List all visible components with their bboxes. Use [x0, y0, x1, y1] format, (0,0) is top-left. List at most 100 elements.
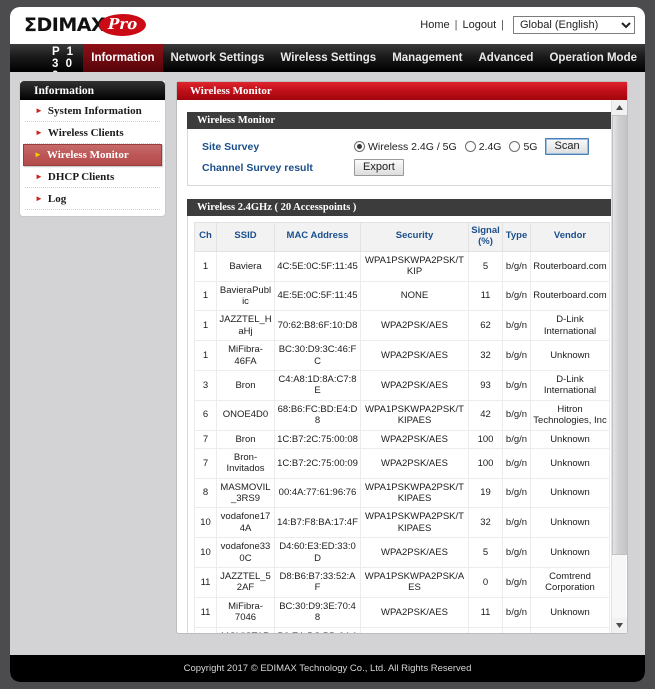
cell-vendor: Unknown	[530, 447, 610, 479]
cell-mac: 14:B7:F8:BA:17:4F	[274, 507, 361, 539]
cell-type: b/g/n	[502, 507, 531, 539]
cell-type: b/g/n	[502, 310, 531, 342]
nav-item-wireless-settings[interactable]: Wireless Settings	[272, 44, 384, 72]
channel-survey-controls: Export	[354, 159, 404, 176]
sidebar-item-wireless-clients[interactable]: ► Wireless Clients	[25, 122, 160, 144]
nav-item-advanced[interactable]: Advanced	[471, 44, 542, 72]
cell-vendor: Unknown	[530, 596, 610, 628]
cell-security: WPA2PSK/AES	[360, 310, 469, 342]
cell-signal: 11	[468, 280, 503, 312]
cell-mac: 1C:B7:2C:75:00:08	[274, 429, 361, 449]
table-row: 10 vodafone174A 14:B7:F8:BA:17:4F WPA1PSKWP…	[194, 507, 610, 539]
scan-button[interactable]: Scan	[545, 138, 589, 155]
cell-type: b/g/n	[502, 280, 531, 312]
sidebar-item-log[interactable]: ► Log	[25, 188, 160, 210]
table-header-row: Ch SSID MAC Address Security Signal (%)	[194, 222, 610, 252]
cell-signal: 15	[468, 626, 503, 633]
radio-icon	[509, 141, 521, 152]
cell-mac: BC:30:D9:3E:70:48	[274, 596, 361, 628]
main-navigation-bar: O A P 1 3 0 0 Information Network Settin…	[10, 34, 645, 82]
sidebar-title: Information	[20, 81, 165, 100]
cell-ssid: vodafone174A	[216, 507, 275, 539]
cell-mac: 4C:5E:0C:5F:11:45	[274, 250, 361, 282]
cell-ch: 10	[194, 537, 217, 569]
cell-vendor: Comtrend Corporation	[530, 567, 610, 598]
column-header-signal-line1: Signal	[471, 225, 500, 236]
cell-mac: B0:EA:BC:BD:04:1A	[274, 626, 361, 633]
radio-icon	[464, 141, 476, 152]
link-separator-1: |	[454, 19, 458, 31]
column-header-signal: Signal (%)	[468, 222, 503, 252]
cell-mac: 1C:B7:2C:75:00:09	[274, 447, 361, 479]
panel-body-wireless-monitor: Site Survey Wireless 2.4G / 5G 2.4G 5G S…	[187, 129, 617, 186]
cell-mac: C4:A8:1D:8A:C7:8E	[274, 369, 361, 401]
browser-page: ΣDIMAX Pro Home | Logout | Global (Engli…	[0, 0, 655, 689]
cell-vendor: Hitron Technologies, Inc	[530, 399, 610, 431]
cell-type: b/g/n	[502, 596, 531, 628]
cell-type: b/g/n	[502, 429, 531, 449]
cell-ch: 1	[194, 280, 217, 312]
cell-ssid: vodafone330C	[216, 537, 275, 569]
nav-item-information[interactable]: Information	[83, 44, 163, 72]
radio-option-2g-5g[interactable]: Wireless 2.4G / 5G	[354, 141, 457, 153]
cell-security: WPA2PSK/AES	[360, 596, 469, 628]
cell-signal: 5	[468, 537, 503, 569]
cell-security: WPA2PSK/AES	[360, 537, 469, 569]
cell-ssid: Baviera	[216, 250, 275, 282]
cell-vendor: Unknown	[530, 537, 610, 569]
sidebar-item-wireless-monitor[interactable]: ► Wireless Monitor	[23, 144, 162, 166]
channel-survey-label: Channel Survey result	[202, 161, 313, 174]
panel-body-accesspoints: Ch SSID MAC Address Security Signal (%)	[187, 216, 617, 633]
home-link[interactable]: Home	[420, 19, 449, 31]
cell-security: WPA1PSKWPA2PSK/TKIPAES	[360, 507, 469, 539]
cell-vendor: Unknown	[530, 477, 610, 509]
cell-signal: 100	[468, 447, 503, 479]
radio-option-5g[interactable]: 5G	[509, 141, 537, 153]
wireless-monitor-panel: Wireless Monitor Site Survey Wireless 2.…	[187, 112, 617, 186]
cell-ssid: Bron	[216, 429, 275, 449]
footer: Copyright 2017 © EDIMAX Technology Co., …	[10, 655, 645, 682]
table-row: 7 Bron-Invitados 1C:B7:2C:75:00:09 WPA2PSK/…	[194, 447, 610, 479]
nav-item-operation-mode[interactable]: Operation Mode	[541, 44, 645, 72]
sidebar-item-label: Wireless Clients	[47, 126, 124, 139]
cell-signal: 32	[468, 340, 503, 371]
site-survey-label: Site Survey	[202, 140, 260, 153]
cell-mac: 70:62:B8:6F:10:D8	[274, 310, 361, 342]
top-header-bar: ΣDIMAX Pro Home | Logout | Global (Engli…	[10, 7, 645, 44]
cell-vendor: D-Link International	[530, 310, 610, 342]
logout-link[interactable]: Logout	[462, 19, 496, 31]
sidebar-item-system-information[interactable]: ► System Information	[25, 100, 160, 122]
cell-signal: 0	[468, 567, 503, 598]
radio-option-2g[interactable]: 2.4G	[464, 141, 501, 153]
export-button[interactable]: Export	[354, 159, 404, 176]
panel-title-wireless-monitor: Wireless Monitor	[187, 112, 617, 129]
cell-signal: 100	[468, 429, 503, 449]
language-select[interactable]: Global (English)	[513, 16, 635, 34]
cell-security: WPA2PSK/AES	[360, 429, 469, 449]
chevron-right-icon: ►	[34, 150, 42, 159]
cell-ch: 8	[194, 477, 217, 509]
cell-type: b/g/n	[502, 369, 531, 401]
accesspoint-list-panel: Wireless 2.4GHz ( 20 Accesspoints ) Ch S…	[187, 199, 617, 633]
scroll-up-arrow-icon[interactable]	[612, 100, 627, 115]
cell-type: b/g/n	[502, 567, 531, 598]
device-model-label: O A P 1 3 0 0	[52, 34, 76, 82]
cell-security: WPA1PSKWPA2PSK/TKIP	[360, 250, 469, 282]
edimax-wordmark: ΣDIMAX	[24, 14, 106, 36]
scroll-down-arrow-icon[interactable]	[612, 618, 627, 633]
cell-security: WPA2PSK/AES	[360, 626, 469, 633]
cell-ch: 11	[194, 626, 217, 633]
nav-item-network-settings[interactable]: Network Settings	[163, 44, 273, 72]
top-utility-links: Home | Logout | Global (English)	[420, 16, 635, 34]
cell-ch: 11	[194, 567, 217, 598]
vertical-scrollbar[interactable]	[611, 100, 627, 633]
router-admin-frame: ΣDIMAX Pro Home | Logout | Global (Engli…	[10, 7, 645, 682]
radio-label: Wireless 2.4G / 5G	[368, 140, 457, 153]
panel-title-accesspoints: Wireless 2.4GHz ( 20 Accesspoints )	[187, 199, 617, 216]
scrollbar-thumb[interactable]	[612, 115, 627, 555]
cell-ssid: JAZZTEL_HaHj	[216, 310, 275, 342]
column-header-ch: Ch	[194, 222, 217, 252]
nav-item-management[interactable]: Management	[384, 44, 470, 72]
sidebar-item-dhcp-clients[interactable]: ► DHCP Clients	[25, 166, 160, 188]
cell-ssid: MiFibra-46FA	[216, 340, 275, 371]
